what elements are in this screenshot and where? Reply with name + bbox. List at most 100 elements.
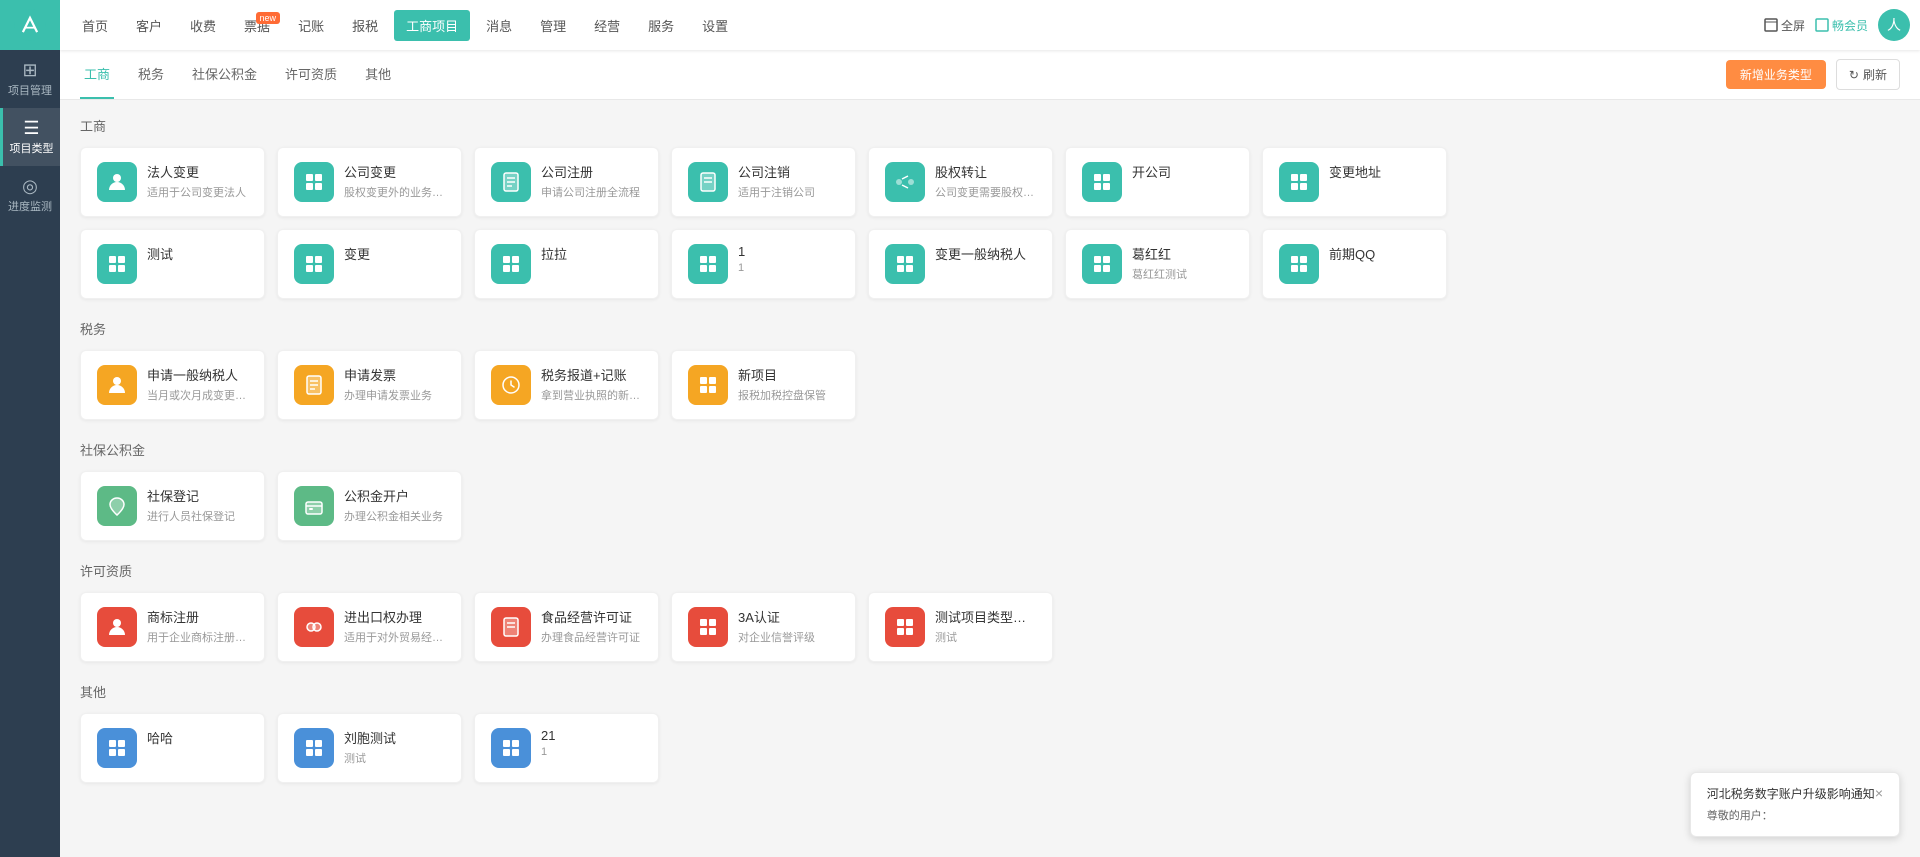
card-title-tax-report: 税务报道+记账	[541, 365, 642, 384]
card-3a-cert[interactable]: 3A认证 对企业信誉评级	[671, 592, 856, 662]
card-import-export[interactable]: 进出口权办理 适用于对外贸易经营者	[277, 592, 462, 662]
card-title-import-export: 进出口权办理	[344, 607, 445, 626]
card-tax-report[interactable]: 税务报道+记账 拿到营业执照的新公司	[474, 350, 659, 420]
card-one[interactable]: 1 1	[671, 229, 856, 299]
nav-service[interactable]: 服务	[636, 10, 686, 41]
card-company-change[interactable]: 公司变更 股权变更外的业务变更	[277, 147, 462, 217]
card-haha[interactable]: 哈哈	[80, 713, 265, 783]
card-icon-gehonghong	[1082, 244, 1122, 284]
card-food-permit[interactable]: 食品经营许可证 办理食品经营许可证	[474, 592, 659, 662]
tab-industrial[interactable]: 工商	[80, 50, 114, 99]
main-area: 首页 客户 收费 票据 new 记账 报税 工商项目 消息 管理 经营 服务 设…	[60, 0, 1920, 857]
refresh-icon: ↻	[1849, 68, 1859, 82]
card-icon-company-change	[294, 162, 334, 202]
notification-text: 尊敬的用户：	[1707, 808, 1883, 825]
sidebar-item-project-manage[interactable]: ⊞ 项目管理	[0, 50, 60, 108]
card-trademark[interactable]: 商标注册 用于企业商标注册服务	[80, 592, 265, 662]
card-change-general[interactable]: 变更一般纳税人	[868, 229, 1053, 299]
sidebar-item-progress-monitor[interactable]: ◎ 进度监测	[0, 166, 60, 224]
card-desc-equity-transfer: 公司变更需要股权转让	[935, 184, 1036, 200]
fullscreen-btn[interactable]: 全屏	[1764, 17, 1805, 34]
section-title-other: 其他	[80, 682, 1900, 701]
tabbar-actions: 新增业务类型 ↻ 刷新	[1726, 59, 1900, 90]
notification-title: 河北税务数字账户升级影响通知	[1707, 785, 1875, 802]
progress-monitor-icon: ◎	[22, 176, 38, 197]
tab-permit[interactable]: 许可资质	[281, 50, 341, 99]
card-title-one: 1	[738, 244, 839, 259]
nav-accounting[interactable]: 记账	[286, 10, 336, 41]
card-company-cancel[interactable]: 公司注销 适用于注销公司	[671, 147, 856, 217]
sidebar-item-label-project-type: 项目类型	[10, 143, 54, 156]
card-icon-test-type	[885, 607, 925, 647]
card-fund-open[interactable]: 公积金开户 办理公积金相关业务	[277, 471, 462, 541]
card-icon-fund-open	[294, 486, 334, 526]
card-lala[interactable]: 拉拉	[474, 229, 659, 299]
card-icon-new-project	[688, 365, 728, 405]
card-title-fund-open: 公积金开户	[344, 486, 445, 505]
tax-cards-grid: 申请一般纳税人 当月或次月成变更完成 申请发票 办理申请发票业务	[80, 350, 1900, 420]
card-desc-twentyone: 1	[541, 746, 642, 758]
card-change-address[interactable]: 变更地址	[1262, 147, 1447, 217]
nav-manage[interactable]: 管理	[528, 10, 578, 41]
sidebar-item-label-progress-monitor: 进度监测	[8, 201, 52, 214]
card-title-apply-general: 申请一般纳税人	[147, 365, 248, 384]
card-apply-general[interactable]: 申请一般纳税人 当月或次月成变更完成	[80, 350, 265, 420]
card-liupao-test[interactable]: 刘胞测试 测试	[277, 713, 462, 783]
other-cards-grid: 哈哈 刘胞测试 测试	[80, 713, 1900, 783]
nav-client[interactable]: 客户	[124, 10, 174, 41]
card-social-register[interactable]: 社保登记 进行人员社保登记	[80, 471, 265, 541]
card-desc-company-cancel: 适用于注销公司	[738, 184, 839, 200]
nav-tax[interactable]: 报税	[340, 10, 390, 41]
card-desc-social-register: 进行人员社保登记	[147, 508, 248, 524]
card-desc-legal-change: 适用于公司变更法人	[147, 184, 248, 200]
card-desc-new-project: 报税加税控盘保管	[738, 387, 839, 403]
card-title-trademark: 商标注册	[147, 607, 248, 626]
card-title-change-general: 变更一般纳税人	[935, 244, 1036, 263]
add-type-button[interactable]: 新增业务类型	[1726, 60, 1826, 89]
card-icon-twentyone	[491, 728, 531, 768]
section-title-permit: 许可资质	[80, 561, 1900, 580]
tab-social[interactable]: 社保公积金	[188, 50, 261, 99]
card-icon-equity-transfer	[885, 162, 925, 202]
card-icon-one	[688, 244, 728, 284]
card-gehonghong[interactable]: 葛红红 葛红红测试	[1065, 229, 1250, 299]
nav-ticket[interactable]: 票据 new	[232, 10, 282, 41]
nav-industrial[interactable]: 工商项目	[394, 10, 470, 41]
nav-billing[interactable]: 收费	[178, 10, 228, 41]
industrial-cards-grid-2: 测试 变更 拉拉	[80, 229, 1900, 299]
card-test[interactable]: 测试	[80, 229, 265, 299]
card-qianqi-qq[interactable]: 前期QQ	[1262, 229, 1447, 299]
refresh-button[interactable]: ↻ 刷新	[1836, 59, 1900, 90]
card-title-apply-invoice: 申请发票	[344, 365, 445, 384]
card-icon-food-permit	[491, 607, 531, 647]
nav-settings[interactable]: 设置	[690, 10, 740, 41]
card-change[interactable]: 变更	[277, 229, 462, 299]
sidebar-logo[interactable]	[0, 0, 60, 50]
card-title-change: 变更	[344, 244, 445, 263]
card-icon-apply-invoice	[294, 365, 334, 405]
nav-home[interactable]: 首页	[70, 10, 120, 41]
card-apply-invoice[interactable]: 申请发票 办理申请发票业务	[277, 350, 462, 420]
ticket-badge: new	[256, 12, 281, 24]
project-type-icon: ☰	[23, 118, 39, 139]
card-title-qianqi-qq: 前期QQ	[1329, 244, 1430, 263]
card-new-project[interactable]: 新项目 报税加税控盘保管	[671, 350, 856, 420]
tab-other[interactable]: 其他	[361, 50, 395, 99]
card-test-type[interactable]: 测试项目类型目定义 测试	[868, 592, 1053, 662]
card-desc-one: 1	[738, 262, 839, 274]
card-company-register[interactable]: 公司注册 申请公司注册全流程	[474, 147, 659, 217]
member-btn[interactable]: 畅会员	[1815, 17, 1868, 34]
tab-tax[interactable]: 税务	[134, 50, 168, 99]
card-legal-change[interactable]: 法人变更 适用于公司变更法人	[80, 147, 265, 217]
sidebar-item-project-type[interactable]: ☰ 项目类型	[0, 108, 60, 166]
user-avatar[interactable]: 人	[1878, 9, 1910, 41]
notification-close-button[interactable]: ×	[1875, 785, 1883, 801]
card-title-open-company: 开公司	[1132, 162, 1233, 181]
card-open-company[interactable]: 开公司	[1065, 147, 1250, 217]
nav-operation[interactable]: 经营	[582, 10, 632, 41]
card-equity-transfer[interactable]: 股权转让 公司变更需要股权转让	[868, 147, 1053, 217]
card-desc-apply-invoice: 办理申请发票业务	[344, 387, 445, 403]
nav-message[interactable]: 消息	[474, 10, 524, 41]
card-twentyone[interactable]: 21 1	[474, 713, 659, 783]
card-title-lala: 拉拉	[541, 244, 642, 263]
